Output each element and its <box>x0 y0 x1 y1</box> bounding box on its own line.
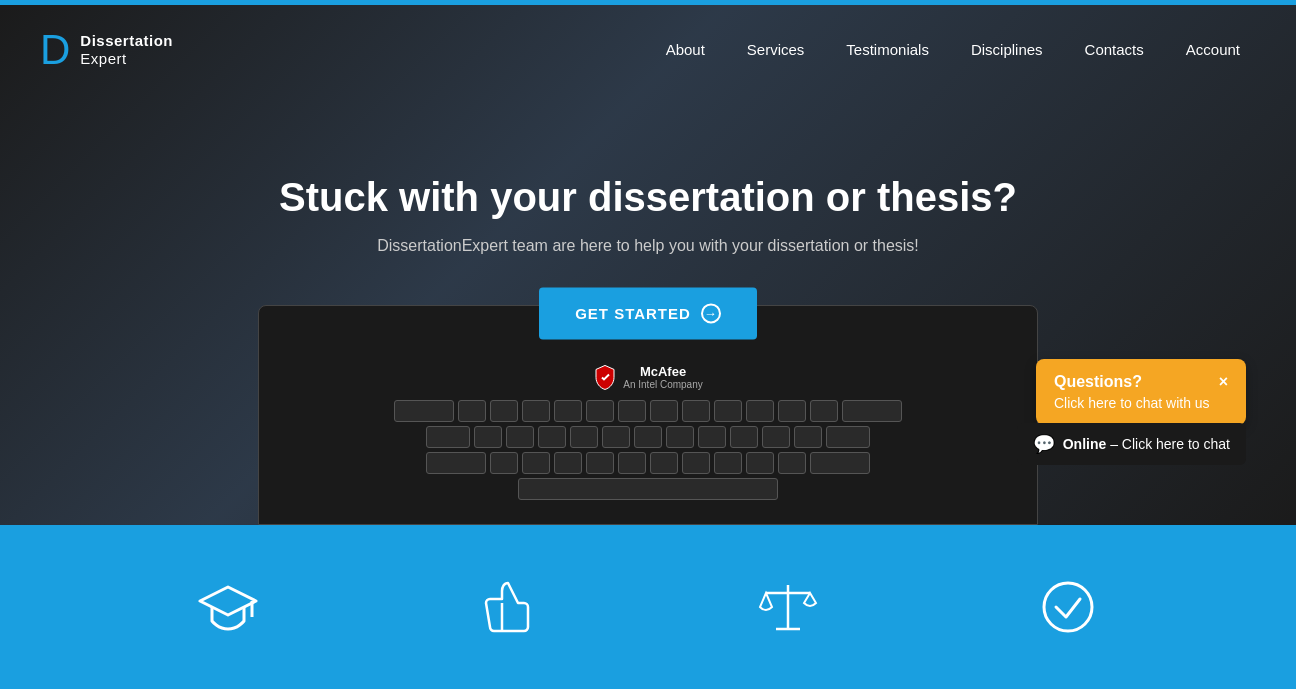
key <box>522 400 550 422</box>
mcafee-name: McAfee <box>623 364 703 379</box>
spacebar-key <box>518 478 778 500</box>
key <box>570 426 598 448</box>
get-started-arrow-icon: → <box>701 303 721 323</box>
key <box>618 452 646 474</box>
chat-online-label: Online <box>1063 436 1107 452</box>
chat-click-text: Click here to chat <box>1122 436 1230 452</box>
key <box>730 426 758 448</box>
chat-separator: – <box>1106 436 1122 452</box>
nav-link-about[interactable]: About <box>650 33 721 66</box>
nav-item-testimonials: Testimonials <box>830 41 945 59</box>
chat-bubble-icon: 💬 <box>1033 433 1055 455</box>
checkmark-circle-icon <box>1036 575 1100 639</box>
key <box>714 452 742 474</box>
mcafee-text-block: McAfee An Intel Company <box>623 364 703 390</box>
key <box>474 426 502 448</box>
scales-icon <box>756 575 820 639</box>
key <box>778 400 806 422</box>
key <box>810 452 870 474</box>
key <box>714 400 742 422</box>
key <box>762 426 790 448</box>
nav-item-contacts: Contacts <box>1069 41 1160 59</box>
key <box>426 452 486 474</box>
chat-popup-title: Questions? <box>1054 373 1142 391</box>
key <box>826 426 870 448</box>
nav-link-contacts[interactable]: Contacts <box>1069 33 1160 66</box>
logo-link[interactable]: D Dissertation Expert <box>40 29 173 71</box>
features-section <box>0 525 1296 689</box>
key <box>698 426 726 448</box>
key <box>538 426 566 448</box>
chat-popup[interactable]: Questions? × Click here to chat with us <box>1036 359 1246 425</box>
thumbs-up-icon <box>476 575 540 639</box>
key <box>602 426 630 448</box>
nav-link-disciplines[interactable]: Disciplines <box>955 33 1059 66</box>
key <box>666 426 694 448</box>
nav-link-testimonials[interactable]: Testimonials <box>830 33 945 66</box>
key <box>650 400 678 422</box>
nav-item-about: About <box>650 41 721 59</box>
key <box>490 452 518 474</box>
svg-point-6 <box>1044 583 1092 631</box>
svg-marker-0 <box>200 587 256 615</box>
get-started-button[interactable]: GET STARTED → <box>539 287 757 339</box>
logo-bracket: D <box>40 29 70 71</box>
key <box>618 400 646 422</box>
navbar: D Dissertation Expert About Services Tes… <box>0 5 1296 95</box>
hero-title: Stuck with your dissertation or thesis? <box>20 173 1276 221</box>
mcafee-shield-icon <box>593 363 617 391</box>
key <box>586 400 614 422</box>
logo-name-top: Dissertation <box>80 32 173 50</box>
key <box>810 400 838 422</box>
key <box>458 400 486 422</box>
feature-item-graduation <box>88 575 368 639</box>
chat-popup-text: Click here to chat with us <box>1054 395 1228 411</box>
nav-item-account: Account <box>1170 41 1256 59</box>
feature-item-scales <box>648 575 928 639</box>
key <box>426 426 470 448</box>
key <box>586 452 614 474</box>
hero-subtitle: DissertationExpert team are here to help… <box>20 237 1276 255</box>
nav-item-disciplines: Disciplines <box>955 41 1059 59</box>
hero-section: D Dissertation Expert About Services Tes… <box>0 5 1296 525</box>
logo-text: Dissertation Expert <box>80 32 173 68</box>
logo-name-bottom: Expert <box>80 50 173 68</box>
get-started-label: GET STARTED <box>575 305 691 322</box>
key <box>794 426 822 448</box>
chat-online-text: Online – Click here to chat <box>1063 436 1230 452</box>
key <box>522 452 550 474</box>
key <box>842 400 902 422</box>
key <box>746 452 774 474</box>
feature-item-checkmark <box>928 575 1208 639</box>
nav-links-list: About Services Testimonials Disciplines … <box>650 41 1256 59</box>
key <box>682 400 710 422</box>
key <box>778 452 806 474</box>
chat-online-bar[interactable]: 💬 Online – Click here to chat <box>1017 423 1246 465</box>
chat-popup-header: Questions? × <box>1054 373 1228 391</box>
key <box>634 426 662 448</box>
nav-link-services[interactable]: Services <box>731 33 821 66</box>
nav-link-account[interactable]: Account <box>1170 33 1256 66</box>
graduation-cap-icon <box>196 575 260 639</box>
key <box>650 452 678 474</box>
nav-item-services: Services <box>731 41 821 59</box>
key <box>554 452 582 474</box>
key <box>394 400 454 422</box>
key <box>554 400 582 422</box>
chat-popup-close-button[interactable]: × <box>1219 373 1228 391</box>
feature-item-thumbsup <box>368 575 648 639</box>
key <box>490 400 518 422</box>
key <box>506 426 534 448</box>
key <box>682 452 710 474</box>
mcafee-sub: An Intel Company <box>623 379 703 390</box>
key <box>746 400 774 422</box>
